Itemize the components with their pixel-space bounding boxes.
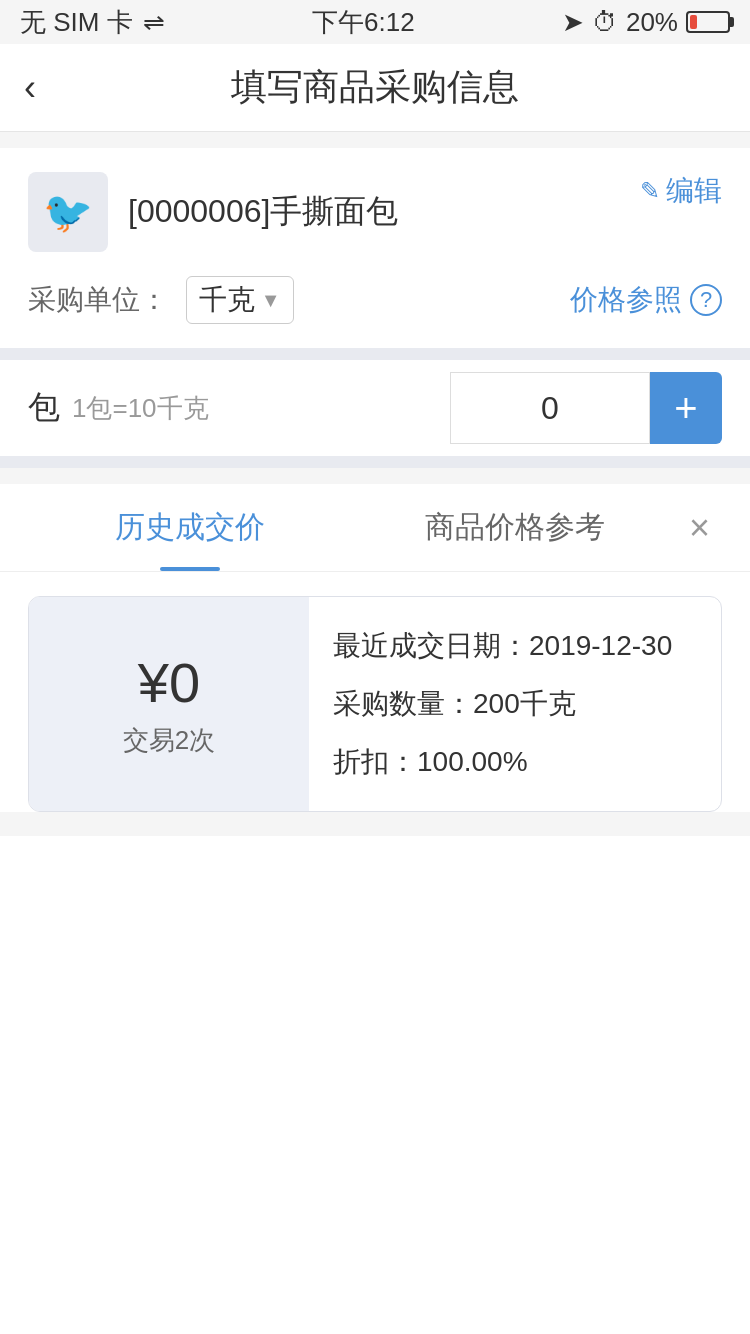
product-unit-row: 采购单位： 千克 ▼ 价格参照 ? bbox=[28, 276, 722, 324]
page-title: 填写商品采购信息 bbox=[231, 63, 519, 112]
section-divider bbox=[0, 348, 750, 360]
edit-icon: ✎ bbox=[640, 177, 660, 205]
date-label: 最近成交日期： bbox=[333, 630, 529, 661]
quantity-input[interactable]: 0 bbox=[450, 372, 650, 444]
discount-label: 折扣： bbox=[333, 746, 417, 777]
history-card: ¥0 交易2次 最近成交日期：2019-12-30 采购数量：200千克 折扣：… bbox=[28, 596, 722, 812]
product-icon: 🐦 bbox=[28, 172, 108, 252]
tab-price-ref[interactable]: 商品价格参考 bbox=[352, 484, 676, 571]
alarm-icon: ⏱ bbox=[592, 7, 618, 38]
unit-value: 千克 bbox=[199, 281, 255, 319]
location-icon: ➤ bbox=[562, 7, 584, 38]
quantity-controls: 0 + bbox=[450, 372, 722, 444]
edit-button[interactable]: ✎ 编辑 bbox=[640, 172, 722, 210]
discount-row: 折扣：100.00% bbox=[333, 741, 697, 783]
tab-active-indicator bbox=[160, 567, 220, 571]
status-right: ➤ ⏱ 20% bbox=[562, 7, 730, 38]
wifi-icon: ⇌ bbox=[143, 7, 165, 38]
discount-value: 100.00% bbox=[417, 746, 528, 777]
battery-percent: 20% bbox=[626, 7, 678, 38]
product-left: 🐦 [0000006]手撕面包 bbox=[28, 172, 398, 252]
qty-value: 200千克 bbox=[473, 688, 576, 719]
qty-row: 采购数量：200千克 bbox=[333, 683, 697, 725]
sim-label: 无 SIM 卡 bbox=[20, 5, 133, 40]
status-bar: 无 SIM 卡 ⇌ 下午6:12 ➤ ⏱ 20% bbox=[0, 0, 750, 44]
unit-label: 采购单位： bbox=[28, 284, 168, 315]
unit-select[interactable]: 千克 ▼ bbox=[186, 276, 294, 324]
product-card: 🐦 [0000006]手撕面包 ✎ 编辑 采购单位： 千克 ▼ 价格参照 ? bbox=[0, 148, 750, 348]
battery-icon bbox=[686, 11, 730, 33]
trade-count: 交易2次 bbox=[123, 723, 215, 758]
unit-desc: 1包=10千克 bbox=[72, 391, 209, 426]
status-left: 无 SIM 卡 ⇌ bbox=[20, 5, 165, 40]
tab-container: 历史成交价 商品价格参考 × ¥0 交易2次 最近成交日期：2019-12-30… bbox=[0, 484, 750, 812]
product-name: [0000006]手撕面包 bbox=[128, 190, 398, 234]
product-header: 🐦 [0000006]手撕面包 ✎ 编辑 bbox=[28, 172, 722, 252]
quantity-row: 包 1包=10千克 0 + bbox=[0, 360, 750, 456]
quantity-plus-button[interactable]: + bbox=[650, 372, 722, 444]
unit-left: 采购单位： 千克 ▼ bbox=[28, 276, 294, 324]
dropdown-arrow-icon: ▼ bbox=[261, 289, 281, 312]
edit-label: 编辑 bbox=[666, 172, 722, 210]
status-time: 下午6:12 bbox=[312, 5, 415, 40]
price-currency-symbol: ¥ bbox=[138, 651, 169, 714]
date-row: 最近成交日期：2019-12-30 bbox=[333, 625, 697, 667]
price-ref-label: 价格参照 bbox=[570, 281, 682, 319]
tab-history-price[interactable]: 历史成交价 bbox=[28, 484, 352, 571]
price-ref-button[interactable]: 价格参照 ? bbox=[570, 281, 722, 319]
tab-history-price-label: 历史成交价 bbox=[115, 507, 265, 548]
bottom-area bbox=[0, 836, 750, 1334]
owl-logo: 🐦 bbox=[43, 189, 93, 236]
history-detail-panel: 最近成交日期：2019-12-30 采购数量：200千克 折扣：100.00% bbox=[309, 597, 721, 811]
info-icon: ? bbox=[690, 284, 722, 316]
qty-label: 采购数量： bbox=[333, 688, 473, 719]
tab-close-button[interactable]: × bbox=[677, 507, 722, 549]
package-unit: 包 bbox=[28, 386, 60, 430]
back-button[interactable]: ‹ bbox=[24, 67, 36, 109]
price-value: 0 bbox=[169, 651, 200, 714]
tab-header: 历史成交价 商品价格参考 × bbox=[0, 484, 750, 572]
quantity-unit-label: 包 1包=10千克 bbox=[28, 386, 209, 430]
history-price: ¥0 bbox=[138, 650, 200, 715]
date-value: 2019-12-30 bbox=[529, 630, 672, 661]
tab-price-ref-label: 商品价格参考 bbox=[425, 507, 605, 548]
battery-fill bbox=[690, 15, 697, 29]
nav-bar: ‹ 填写商品采购信息 bbox=[0, 44, 750, 132]
section-divider-2 bbox=[0, 456, 750, 468]
history-price-panel: ¥0 交易2次 bbox=[29, 597, 309, 811]
